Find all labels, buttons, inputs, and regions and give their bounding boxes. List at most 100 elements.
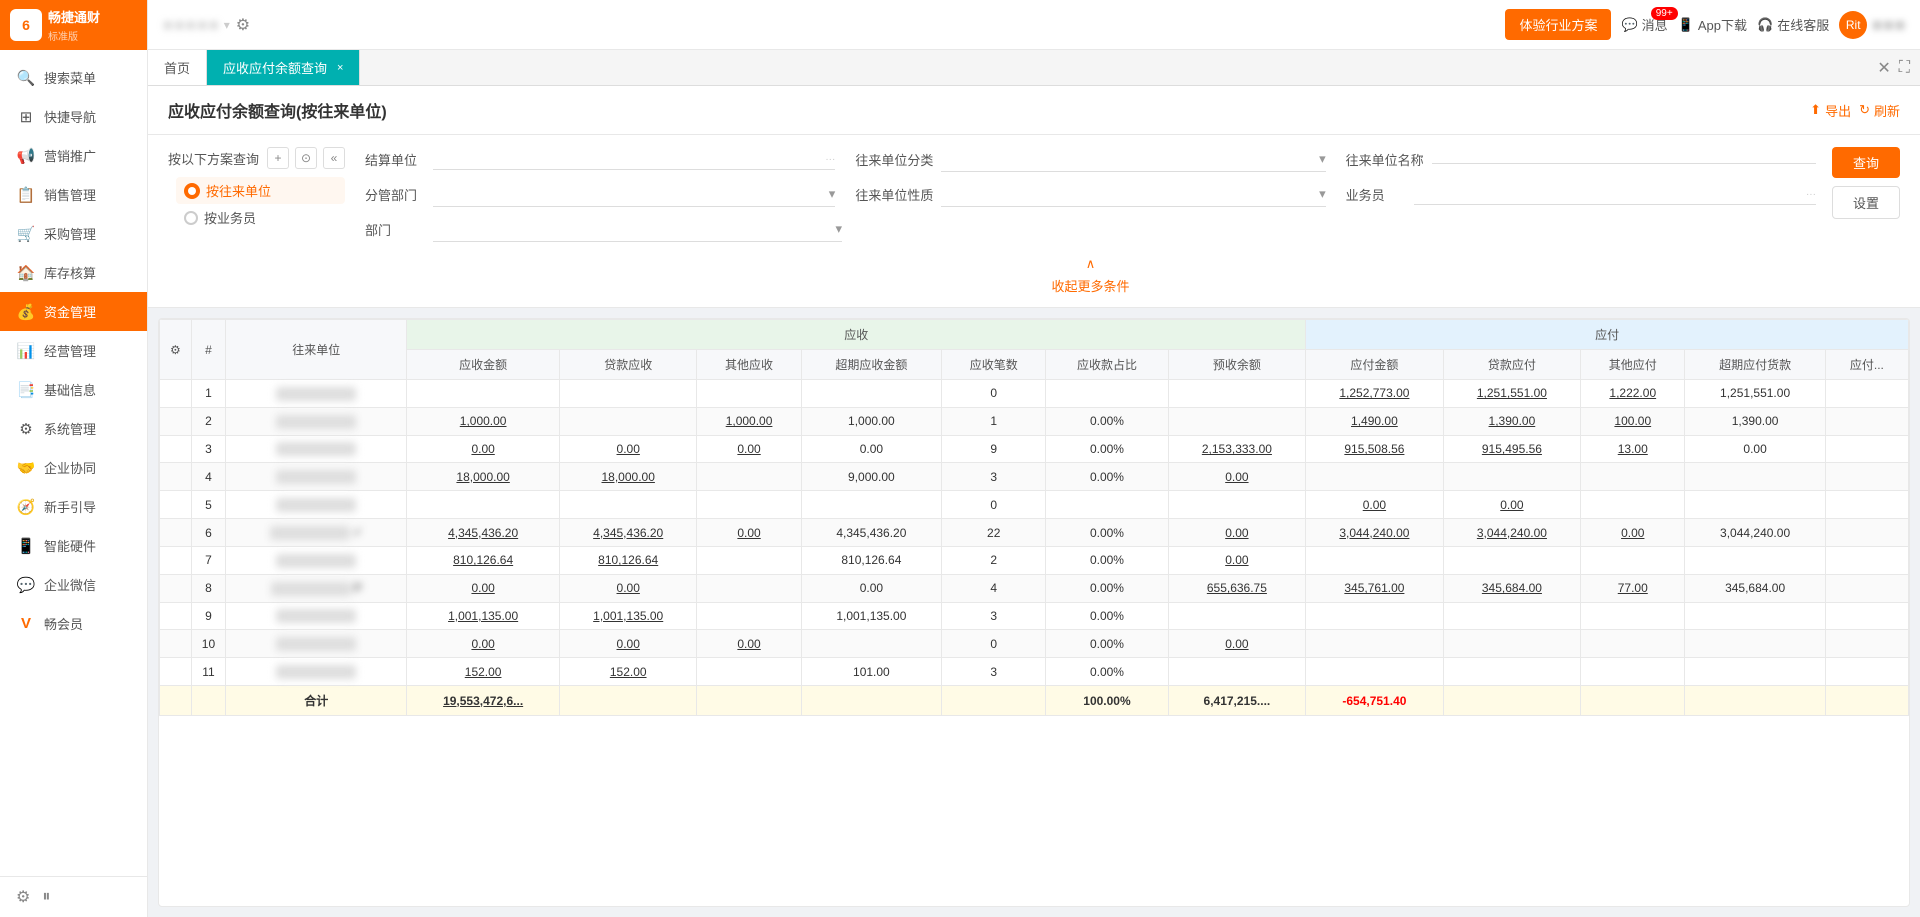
table-cell[interactable]: 100.00 [1581,407,1685,435]
sidebar-item-operation[interactable]: 📊 经营管理 [0,331,147,370]
online-service-btn[interactable]: 🎧 在线客服 [1757,15,1829,34]
table-cell[interactable] [559,407,697,435]
table-cell[interactable] [1443,546,1581,574]
table-cell[interactable]: 810,126.64 [559,546,697,574]
refresh-btn[interactable]: ↻ 刷新 [1859,101,1900,120]
supervisor-dept-select[interactable]: ▾ [433,182,835,207]
unit-name-input[interactable] [1432,155,1816,164]
table-cell[interactable]: 18,000.00 [559,463,697,491]
table-cell[interactable] [1581,491,1685,519]
sidebar-item-purchase[interactable]: 🛒 采购管理 [0,214,147,253]
table-cell[interactable] [1443,658,1581,686]
table-cell[interactable] [1443,463,1581,491]
settings-icon[interactable]: ⚙ [16,887,30,907]
settings-col-header[interactable]: ⚙ [160,320,192,380]
table-cell[interactable]: 0.00 [1306,491,1444,519]
collapse-scheme-btn[interactable]: « [323,147,345,169]
table-cell[interactable]: 345,684.00 [1443,574,1581,602]
settings-btn-header[interactable]: ⚙ [236,15,250,35]
table-cell[interactable]: 152.00 [407,658,560,686]
table-cell[interactable] [559,380,697,408]
table-cell[interactable]: 0.00 [1168,463,1306,491]
table-cell[interactable] [1306,602,1444,630]
table-cell[interactable]: 3,044,240.00 [1306,519,1444,547]
table-cell[interactable]: 0.00 [559,630,697,658]
table-cell[interactable]: 0.00 [697,630,801,658]
settlement-unit-input[interactable]: ··· [433,150,835,170]
table-cell[interactable] [407,380,560,408]
dept-select[interactable]: ▾ [433,217,842,242]
table-cell[interactable] [1581,546,1685,574]
table-cell[interactable]: 77.00 [1581,574,1685,602]
sidebar-item-inventory[interactable]: 🏠 库存核算 [0,253,147,292]
table-cell[interactable]: 0.00 [1168,519,1306,547]
sidebar-item-basic[interactable]: 📑 基础信息 [0,370,147,409]
edit-scheme-btn[interactable]: ⊙ [295,147,317,169]
table-cell[interactable]: 2,153,333.00 [1168,435,1306,463]
table-cell[interactable] [1581,602,1685,630]
table-cell[interactable]: 0.00 [697,519,801,547]
sidebar-item-search[interactable]: 🔍 搜索菜单 [0,58,147,97]
tab-close-btn[interactable]: × [337,62,343,74]
table-cell[interactable] [1168,407,1306,435]
table-cell[interactable]: 1,000.00 [697,407,801,435]
table-cell[interactable]: 0.00 [407,435,560,463]
table-cell[interactable] [697,574,801,602]
salesman-input[interactable]: ··· [1414,185,1816,205]
table-cell[interactable]: 0.00 [1581,519,1685,547]
sidebar-item-finance[interactable]: 💰 资金管理 [0,292,147,331]
table-cell[interactable] [697,546,801,574]
table-cell[interactable] [1581,463,1685,491]
demo-btn[interactable]: 体验行业方案 [1505,9,1611,40]
sidebar-item-marketing[interactable]: 📢 营销推广 [0,136,147,175]
sidebar-item-wechat[interactable]: 💬 企业微信 [0,565,147,604]
table-cell[interactable]: 1,000.00 [407,407,560,435]
table-cell[interactable]: 915,508.56 [1306,435,1444,463]
unit-nature-select[interactable]: ▾ [941,182,1325,207]
table-cell[interactable] [1306,630,1444,658]
tab-active[interactable]: 应收应付余额查询 × [207,50,360,85]
table-cell[interactable]: 1,252,773.00 [1306,380,1444,408]
table-cell[interactable]: 0.00 [1168,630,1306,658]
scheme-item-unit[interactable]: 按往来单位 [176,177,345,204]
sidebar-item-hardware[interactable]: 📱 智能硬件 [0,526,147,565]
sidebar-item-sales[interactable]: 📋 销售管理 [0,175,147,214]
table-cell[interactable]: 0.00 [697,435,801,463]
table-cell[interactable] [697,491,801,519]
table-cell[interactable] [697,602,801,630]
table-cell[interactable] [1168,658,1306,686]
table-cell[interactable]: 4,345,436.20 [559,519,697,547]
sidebar-item-member[interactable]: V 畅会员 [0,604,147,643]
sidebar-item-collab[interactable]: 🤝 企业协同 [0,448,147,487]
table-cell[interactable]: 1,001,135.00 [407,602,560,630]
table-cell[interactable] [1168,602,1306,630]
add-scheme-btn[interactable]: + [267,147,289,169]
table-cell[interactable] [697,463,801,491]
message-btn[interactable]: 💬 消息 99+ [1621,15,1667,34]
scheme-item-salesman[interactable]: 按业务员 [176,204,345,231]
user-avatar-area[interactable]: Rit ● ● ● [1839,11,1904,39]
table-cell[interactable]: 1,490.00 [1306,407,1444,435]
table-cell[interactable] [1443,630,1581,658]
table-cell[interactable] [1581,630,1685,658]
table-cell[interactable]: 3,044,240.00 [1443,519,1581,547]
table-cell[interactable] [697,658,801,686]
table-cell[interactable]: 345,761.00 [1306,574,1444,602]
table-cell[interactable]: 0.00 [559,574,697,602]
table-cell[interactable] [1306,546,1444,574]
table-cell[interactable]: 1,001,135.00 [559,602,697,630]
tab-close-window-btn[interactable]: ✕ [1877,58,1890,78]
table-cell[interactable] [1443,602,1581,630]
tab-expand-btn[interactable]: ⛶ [1899,59,1910,77]
table-cell[interactable] [407,491,560,519]
table-cell[interactable]: 1,222.00 [1581,380,1685,408]
table-cell[interactable]: 810,126.64 [407,546,560,574]
export-btn[interactable]: ⬆ 导出 [1810,101,1851,120]
table-cell[interactable] [1168,491,1306,519]
table-cell[interactable]: 0.00 [407,574,560,602]
settings-btn[interactable]: 设置 [1832,186,1900,219]
table-cell[interactable]: 0.00 [407,630,560,658]
table-cell[interactable] [1168,380,1306,408]
query-btn[interactable]: 查询 [1832,147,1900,178]
app-download-btn[interactable]: 📱 App下载 [1678,15,1747,34]
